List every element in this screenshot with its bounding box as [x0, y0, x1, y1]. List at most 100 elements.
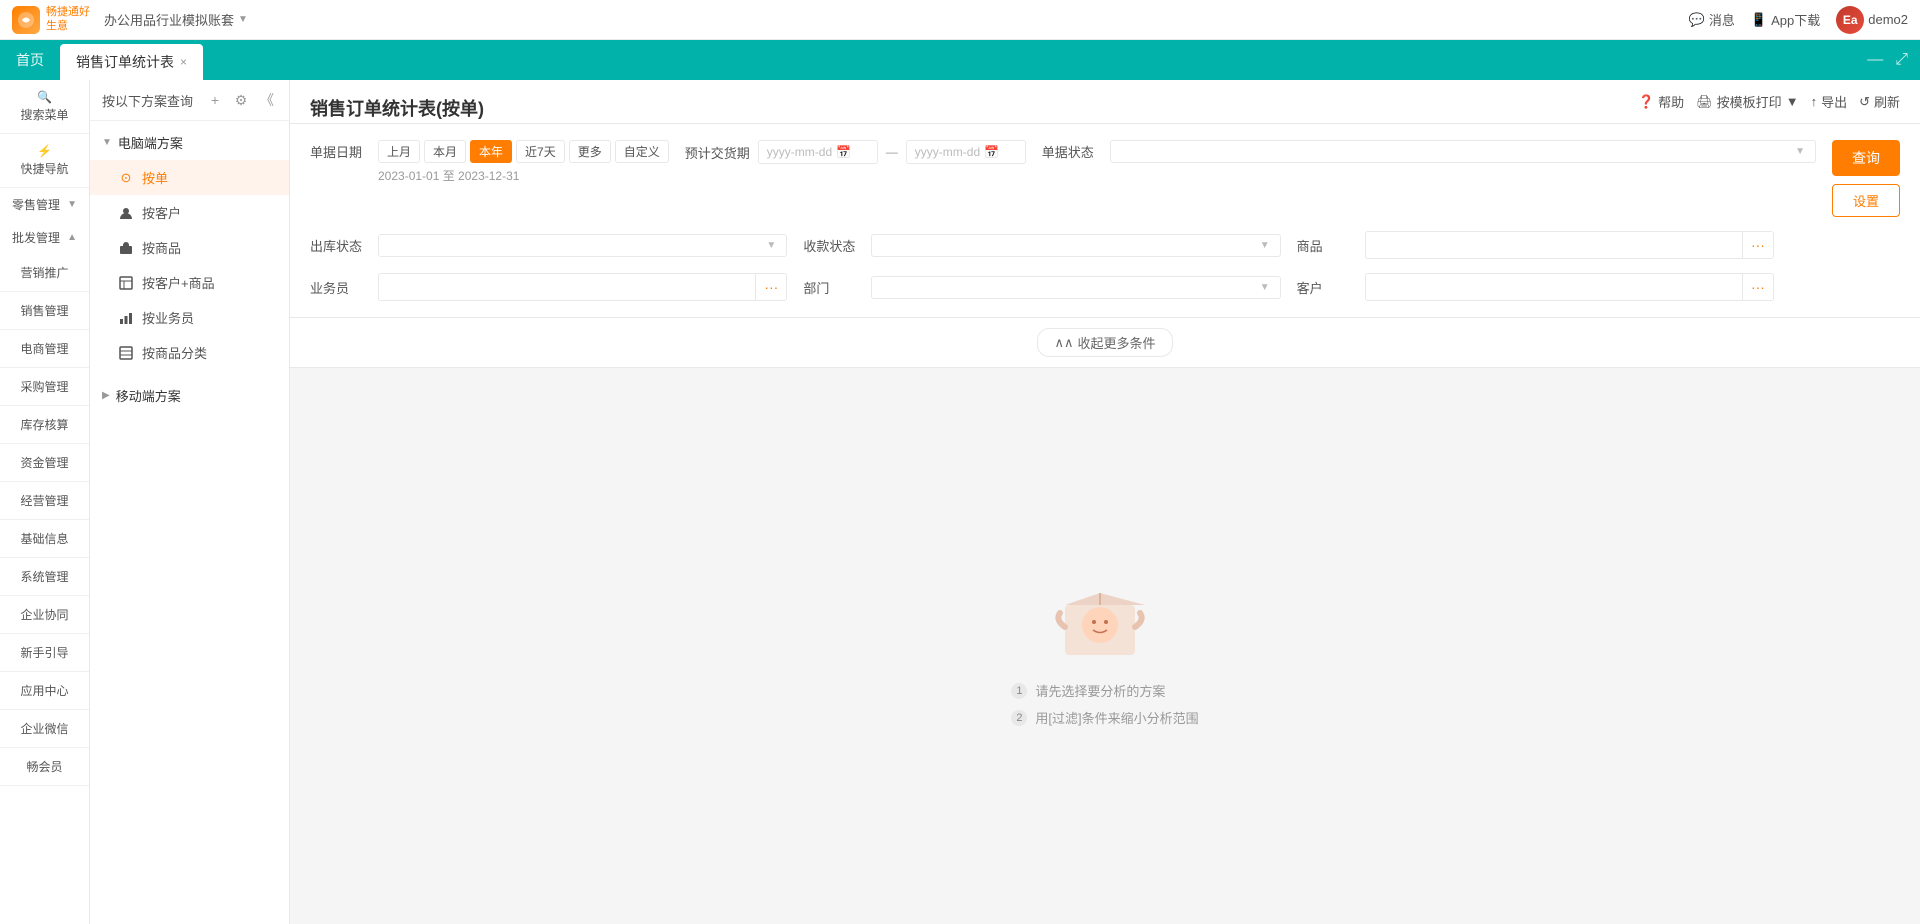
tab-expand-icon[interactable]: ⤢ — [1891, 47, 1912, 73]
by-category-icon — [118, 345, 134, 361]
sidebar-item-enterprise-wechat[interactable]: 企业微信 — [0, 710, 89, 748]
sidebar-item-retail[interactable]: 零售管理 ▼ — [0, 188, 89, 221]
collapse-button[interactable]: ∧∧ 收起更多条件 — [1037, 328, 1172, 357]
sidebar-item-quick-nav[interactable]: ⚡ 快捷导航 — [0, 134, 89, 188]
sidebar-item-marketing[interactable]: 营销推广 — [0, 254, 89, 292]
customer-dots-icon[interactable]: ··· — [1742, 274, 1773, 300]
left-panel-title: 按以下方案查询 — [102, 91, 193, 110]
goods-dots-icon[interactable]: ··· — [1742, 232, 1773, 258]
retail-arrow-icon: ▼ — [67, 199, 77, 210]
sidebar-item-wholesale[interactable]: 批发管理 ▲ — [0, 221, 89, 254]
customer-label: 客户 — [1297, 278, 1357, 297]
print-icon: 🖨 — [1696, 94, 1713, 110]
tab-close-icon[interactable]: × — [180, 55, 187, 69]
app-download-action[interactable]: 📱 App下载 — [1751, 10, 1820, 29]
sidebar-item-finance[interactable]: 资金管理 — [0, 444, 89, 482]
collapse-row: ∧∧ 收起更多条件 — [290, 318, 1920, 368]
enterprise-wechat-label: 企业微信 — [20, 720, 68, 737]
department-arrow-icon: ▼ — [1260, 282, 1270, 293]
quick-nav-label: 快捷导航 — [20, 160, 68, 177]
scheme-item-by-customer[interactable]: 按客户 — [90, 195, 289, 230]
expected-date-start[interactable]: yyyy-mm-dd 📅 — [758, 140, 878, 164]
sidebar-item-ecommerce[interactable]: 电商管理 — [0, 330, 89, 368]
shortcut-more[interactable]: 更多 — [569, 140, 611, 163]
left-panel-actions: + ⚙ 《 — [205, 90, 277, 110]
expected-date-end[interactable]: yyyy-mm-dd 📅 — [906, 140, 1026, 164]
scheme-item-by-customer-goods[interactable]: 按客户+商品 — [90, 265, 289, 300]
sidebar-item-operations[interactable]: 经营管理 — [0, 482, 89, 520]
salesperson-input[interactable] — [379, 275, 755, 300]
export-label: 导出 — [1821, 92, 1847, 111]
hint-num-2: 2 — [1011, 710, 1027, 726]
sidebar-item-enterprise[interactable]: 企业协同 — [0, 596, 89, 634]
collapse-panel-button[interactable]: 《 — [257, 90, 277, 110]
main-layout: 🔍 搜索菜单 ⚡ 快捷导航 零售管理 ▼ 批发管理 ▲ 营销推广 销售管理 电商… — [0, 80, 1920, 924]
calendar-end-icon: 📅 — [984, 145, 999, 159]
customer-input[interactable] — [1366, 275, 1742, 300]
scheme-group-pc: ▼ 电脑端方案 ⊙ 按单 按客户 — [90, 121, 289, 374]
search-menu-icon: 🔍 — [37, 90, 52, 104]
scheme-item-by-category[interactable]: 按商品分类 — [90, 335, 289, 370]
refresh-action[interactable]: ↺ 刷新 — [1859, 92, 1900, 111]
date-range-display: 2023-01-01 至 2023-12-31 — [378, 169, 519, 183]
finance-label: 资金管理 — [20, 454, 68, 471]
sidebar-item-sales[interactable]: 销售管理 — [0, 292, 89, 330]
scheme-item-by-goods[interactable]: 按商品 — [90, 230, 289, 265]
refresh-label: 刷新 — [1874, 92, 1900, 111]
shortcut-this-year[interactable]: 本年 — [470, 140, 512, 163]
goods-field[interactable]: ··· — [1365, 231, 1774, 259]
settings-scheme-button[interactable]: ⚙ — [231, 90, 251, 110]
settings-button[interactable]: 设置 — [1832, 184, 1900, 217]
tab-active[interactable]: 销售订单统计表 × — [60, 44, 203, 80]
date-separator: — — [886, 145, 898, 159]
department-select[interactable]: ▼ — [871, 276, 1280, 299]
scheme-item-by-salesperson[interactable]: 按业务员 — [90, 300, 289, 335]
tab-minimize-icon[interactable]: — — [1863, 47, 1887, 73]
company-name: 办公用品行业模拟账套 — [104, 10, 234, 29]
sidebar-item-newbie[interactable]: 新手引导 — [0, 634, 89, 672]
collapse-up-icon: ∧∧ — [1054, 335, 1073, 351]
payment-select[interactable]: ▼ — [871, 234, 1280, 257]
sidebar-item-membership[interactable]: 畅会员 — [0, 748, 89, 786]
app-center-label: 应用中心 — [20, 682, 68, 699]
scheme-item-by-order[interactable]: ⊙ 按单 — [90, 160, 289, 195]
shortcut-7days[interactable]: 近7天 — [516, 140, 565, 163]
salesperson-dots-icon[interactable]: ··· — [755, 274, 786, 300]
date-label: 单据日期 — [310, 142, 370, 161]
shortcut-last-month[interactable]: 上月 — [378, 140, 420, 163]
page-inner: 按以下方案查询 + ⚙ 《 ▼ 电脑端方案 ⊙ 按单 — [90, 80, 1920, 924]
sidebar-item-app-center[interactable]: 应用中心 — [0, 672, 89, 710]
help-action[interactable]: ❓ 帮助 — [1638, 92, 1684, 111]
template-print-label: 按模板打印 — [1717, 92, 1782, 111]
sidebar-item-inventory[interactable]: 库存核算 — [0, 406, 89, 444]
by-goods-label: 按商品 — [142, 238, 181, 257]
scheme-group-pc-header[interactable]: ▼ 电脑端方案 — [90, 125, 289, 160]
export-action[interactable]: ↑ 导出 — [1811, 92, 1848, 111]
left-panel: 按以下方案查询 + ⚙ 《 ▼ 电脑端方案 ⊙ 按单 — [90, 80, 290, 924]
by-customer-label: 按客户 — [142, 203, 181, 222]
sidebar-item-system[interactable]: 系统管理 — [0, 558, 89, 596]
status-arrow-icon: ▼ — [1795, 146, 1805, 157]
tab-home[interactable]: 首页 — [0, 40, 60, 80]
goods-input[interactable] — [1366, 233, 1742, 258]
company-selector[interactable]: 办公用品行业模拟账套 ▼ — [104, 10, 248, 29]
sidebar-item-purchase[interactable]: 采购管理 — [0, 368, 89, 406]
home-tab-label: 首页 — [16, 50, 44, 70]
status-select[interactable]: ▼ — [1110, 140, 1816, 163]
search-button[interactable]: 查询 — [1832, 140, 1900, 176]
shortcut-this-month[interactable]: 本月 — [424, 140, 466, 163]
template-print-action[interactable]: 🖨 按模板打印 ▼ — [1696, 92, 1798, 111]
wholesale-arrow-icon: ▲ — [67, 232, 77, 243]
add-scheme-button[interactable]: + — [205, 90, 225, 110]
salesperson-field[interactable]: ··· — [378, 273, 787, 301]
customer-field[interactable]: ··· — [1365, 273, 1774, 301]
sidebar-item-search-menu[interactable]: 🔍 搜索菜单 — [0, 80, 89, 134]
shortcut-custom[interactable]: 自定义 — [615, 140, 669, 163]
scheme-group-mobile-header[interactable]: ▶ 移动端方案 — [90, 378, 289, 413]
message-action[interactable]: 💬 消息 — [1689, 10, 1735, 29]
shipment-select[interactable]: ▼ — [378, 234, 787, 257]
user-area[interactable]: Ea demo2 — [1836, 6, 1908, 34]
by-category-label: 按商品分类 — [142, 343, 207, 362]
sidebar-item-basic-info[interactable]: 基础信息 — [0, 520, 89, 558]
enterprise-label: 企业协同 — [20, 606, 68, 623]
